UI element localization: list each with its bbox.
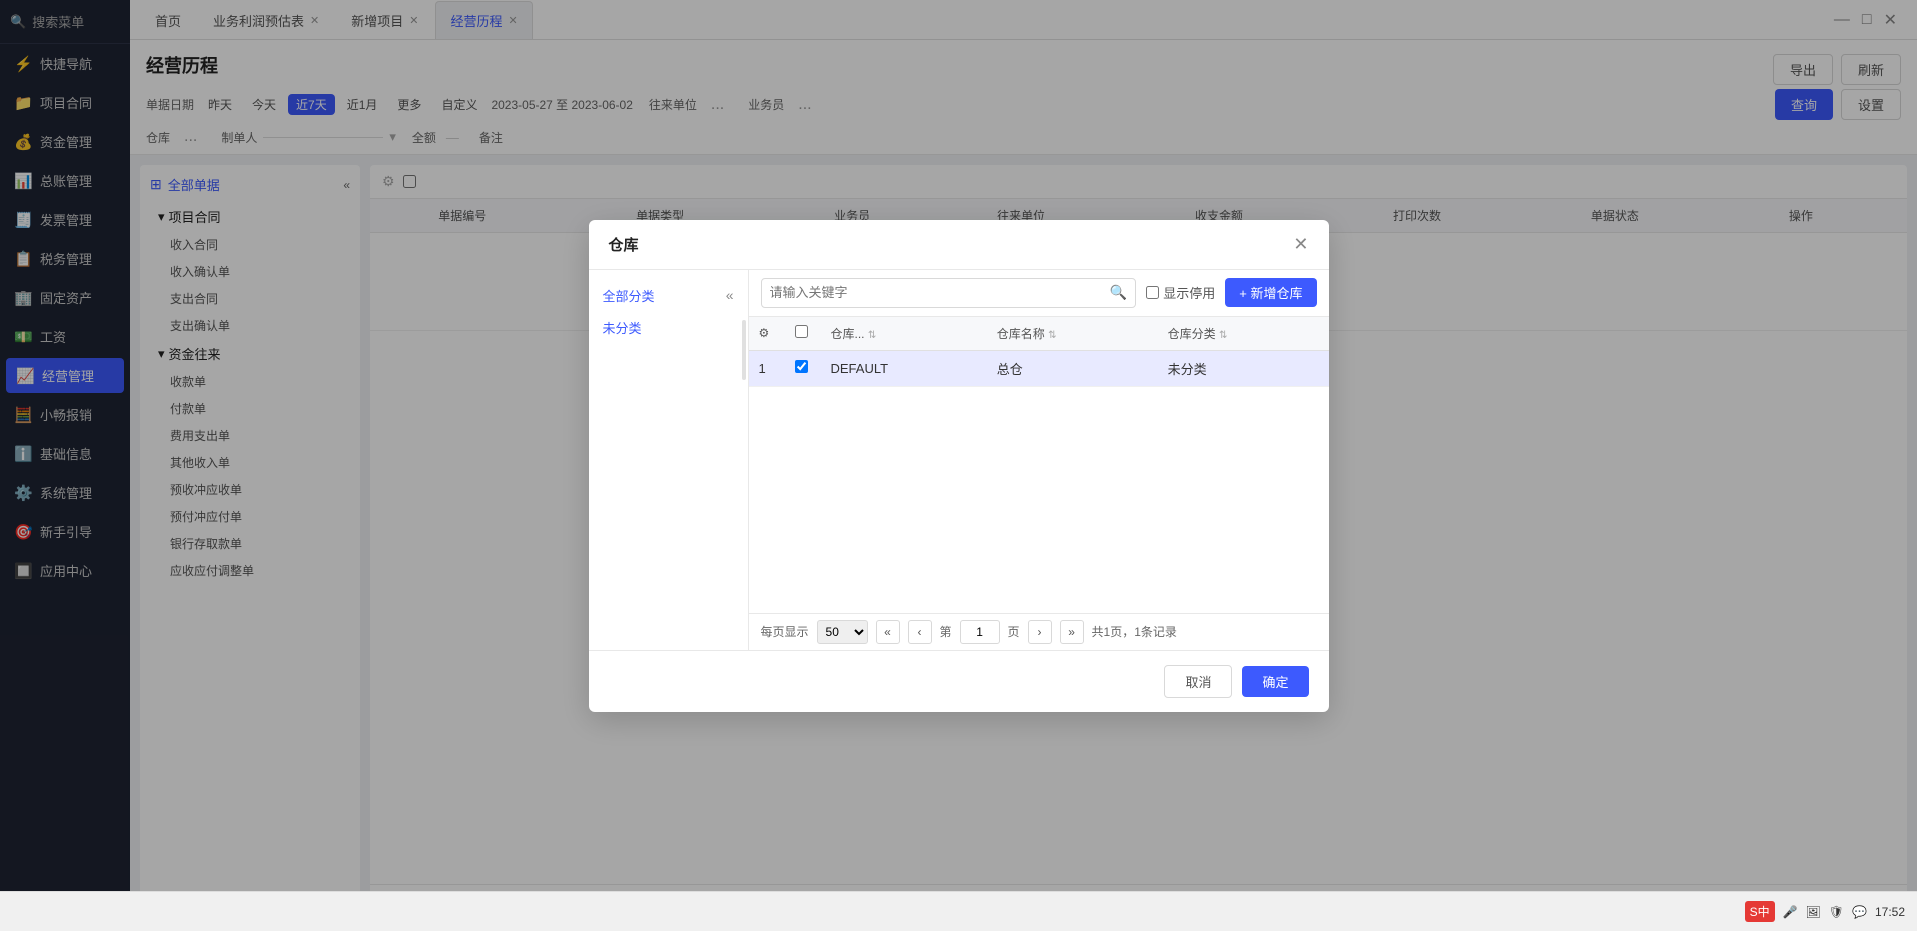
modal-table-wrap: ⚙ 仓库... ⇅ 仓库名称 ⇅: [749, 317, 1329, 613]
add-warehouse-btn[interactable]: + 新增仓库: [1225, 278, 1316, 307]
modal-search-wrap: 🔍: [761, 278, 1137, 308]
col-modal-code: 仓库... ⇅: [821, 317, 987, 351]
modal-page-suffix: 页: [1008, 623, 1020, 640]
modal-select-all[interactable]: [795, 325, 808, 338]
show-disabled-label[interactable]: 显示停用: [1146, 283, 1215, 302]
modal-title: 仓库: [609, 234, 639, 255]
modal-table-area: 🔍 显示停用 + 新增仓库 ⚙: [749, 270, 1329, 650]
modal-page-input[interactable]: [960, 620, 1000, 644]
taskbar-time: 17:52: [1875, 905, 1905, 919]
modal-scrollbar: [742, 320, 746, 380]
modal-header: 仓库 ✕: [589, 220, 1329, 270]
modal-search-icon: 🔍: [1110, 284, 1127, 301]
confirm-button[interactable]: 确定: [1242, 666, 1308, 697]
modal-search-input[interactable]: [770, 285, 1110, 300]
row-category: 未分类: [1158, 350, 1329, 386]
modal-body: 全部分类 « 未分类 🔍 显示停用 + 新增仓库: [589, 270, 1329, 650]
col-modal-category-sort: ⇅: [1219, 330, 1227, 341]
modal-first-page[interactable]: «: [876, 620, 900, 644]
modal-footer-actions: 取消 确定: [589, 650, 1329, 712]
modal-page-size-label: 每页显示: [761, 623, 809, 640]
modal-table-row[interactable]: 1 DEFAULT 总仓 未分类: [749, 350, 1329, 386]
taskbar-mic-icon: 🎤: [1783, 905, 1798, 919]
row-num: 1: [749, 350, 785, 386]
modal-table: ⚙ 仓库... ⇅ 仓库名称 ⇅: [749, 317, 1329, 387]
modal-cat-uncategorized[interactable]: 未分类: [589, 311, 748, 344]
modal-page-label: 第: [940, 623, 952, 640]
modal-categories-title: 全部分类: [603, 286, 655, 305]
modal-last-page[interactable]: »: [1060, 620, 1084, 644]
row-select-checkbox[interactable]: [795, 360, 808, 373]
modal-pagination-bar: 每页显示 50 10 20 100 « ‹ 第 页 › » 共1页，1条记录: [749, 613, 1329, 650]
show-disabled-checkbox[interactable]: [1146, 286, 1159, 299]
taskbar-shield-icon: 🛡: [1829, 905, 1844, 919]
warehouse-modal: 仓库 ✕ 全部分类 « 未分类 🔍 显示停用: [589, 220, 1329, 712]
col-modal-checkbox: [785, 317, 821, 351]
cancel-button[interactable]: 取消: [1164, 665, 1232, 698]
col-modal-code-sort: ⇅: [868, 330, 876, 341]
modal-next-page[interactable]: ›: [1028, 620, 1052, 644]
row-name: 总仓: [987, 350, 1158, 386]
modal-close-btn[interactable]: ✕: [1293, 234, 1308, 255]
row-code: DEFAULT: [821, 350, 987, 386]
col-modal-category: 仓库分类 ⇅: [1158, 317, 1329, 351]
modal-categories-header: 全部分类 «: [589, 280, 748, 311]
modal-total: 共1页，1条记录: [1092, 623, 1177, 640]
col-modal-name-sort: ⇅: [1048, 330, 1056, 341]
modal-prev-page[interactable]: ‹: [908, 620, 932, 644]
taskbar-image-icon: 🖼: [1806, 905, 1821, 919]
modal-categories-collapse[interactable]: «: [726, 287, 734, 303]
col-modal-name: 仓库名称 ⇅: [987, 317, 1158, 351]
taskbar: S中 🎤 🖼 🛡 💬 17:52: [0, 891, 1917, 931]
modal-categories: 全部分类 « 未分类: [589, 270, 749, 650]
modal-toolbar: 🔍 显示停用 + 新增仓库: [749, 270, 1329, 317]
row-checkbox[interactable]: [785, 350, 821, 386]
taskbar-s-icon: S中: [1745, 901, 1775, 922]
settings-icon[interactable]: ⚙: [759, 326, 770, 340]
col-modal-settings: ⚙: [749, 317, 785, 351]
modal-page-size-select[interactable]: 50 10 20 100: [817, 620, 868, 644]
taskbar-chat-icon: 💬: [1852, 905, 1867, 919]
